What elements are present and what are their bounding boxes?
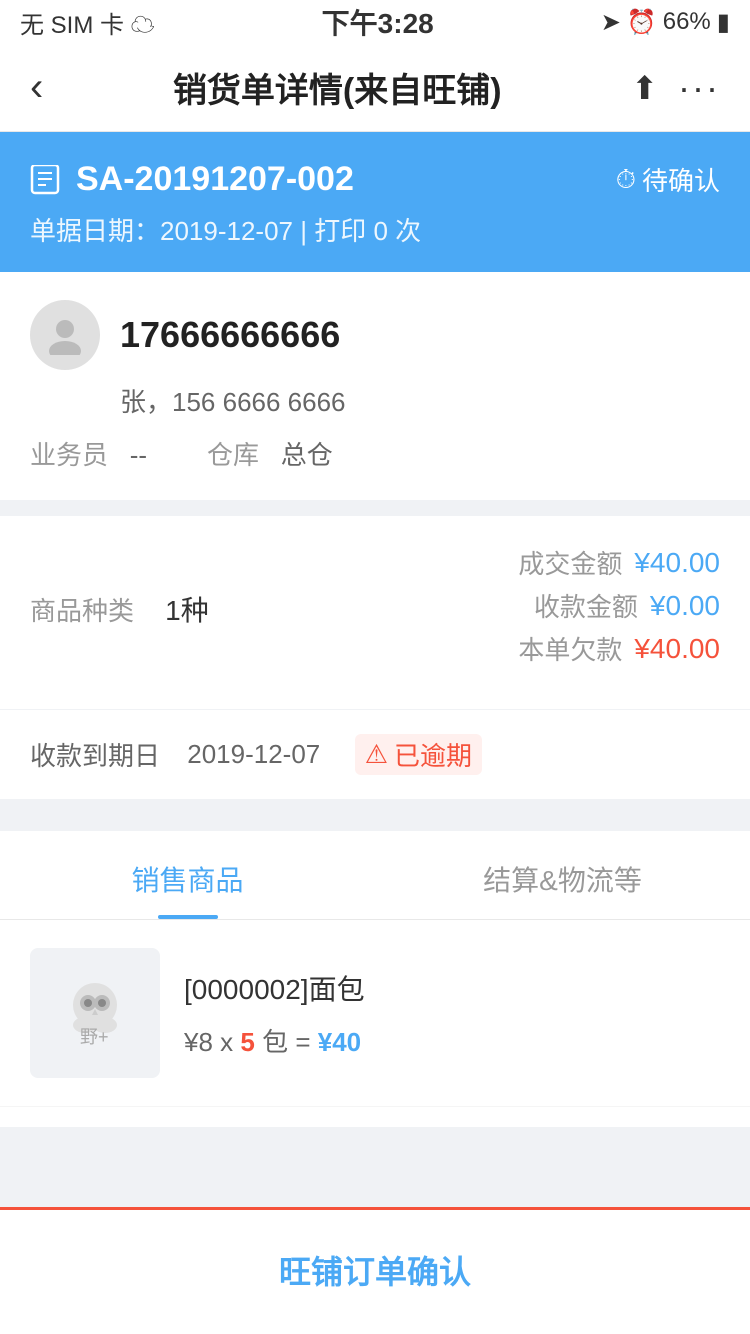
battery-level: 66% [663, 8, 711, 36]
alarm-icon: ⏰ [627, 8, 657, 37]
salesman-label: 业务员 [30, 440, 108, 470]
owed-row: 本单欠款 ¥40.00 [518, 630, 720, 667]
product-price: ¥8 x 5 包 = ¥40 [184, 1022, 720, 1059]
status-right: ➤ ⏰ 66% ▮ [601, 8, 730, 37]
nav-bar: ‹ 销货单详情(来自旺铺) ⬆ ··· [0, 44, 750, 132]
product-thumbnail: 野+ [55, 973, 135, 1053]
customer-avatar [30, 300, 100, 370]
customer-card: 17666666666 张，156 6666 6666 业务员 -- 仓库 总仓 [0, 272, 750, 500]
due-date-value: 2019-12-07 [187, 739, 320, 770]
warehouse-label: 仓库 [207, 440, 259, 470]
product-info: [0000002]面包 ¥8 x 5 包 = ¥40 [184, 968, 720, 1059]
sim-status: 无 SIM 卡 ☁ [20, 5, 155, 40]
product-image: 野+ [30, 948, 160, 1078]
status-left: 无 SIM 卡 ☁ [20, 5, 155, 40]
product-name: [0000002]面包 [184, 968, 720, 1008]
share-icon[interactable]: ⬆ [631, 69, 658, 107]
due-date-label: 收款到期日 [30, 736, 160, 773]
location-icon: ➤ [601, 8, 621, 37]
deal-amount-value: ¥40.00 [634, 547, 720, 579]
collected-row: 收款金额 ¥0.00 [518, 587, 720, 624]
warning-icon: ⚠ [365, 739, 388, 770]
order-status: ⏱ 待确认 [616, 161, 720, 198]
warehouse-value: 总仓 [281, 440, 333, 470]
customer-fields: 业务员 -- 仓库 总仓 [30, 435, 720, 472]
more-icon[interactable]: ··· [678, 67, 720, 109]
tab-settlement[interactable]: 结算&物流等 [375, 831, 750, 919]
deal-amount-row: 成交金额 ¥40.00 [518, 544, 720, 581]
deal-amount-label: 成交金额 [518, 544, 622, 581]
product-total: ¥40 [318, 1027, 361, 1057]
owed-value: ¥40.00 [634, 633, 720, 665]
bottom-bar: 旺铺订单确认 [0, 1207, 750, 1334]
page-title: 销货单详情(来自旺铺) [173, 63, 502, 112]
product-types-value: 1种 [165, 595, 209, 626]
customer-name: 张，156 6666 6666 [120, 382, 720, 419]
summary-row: 商品种类 1种 成交金额 ¥40.00 收款金额 ¥0.00 本单欠款 ¥40.… [30, 544, 720, 673]
product-list: 野+ [0000002]面包 ¥8 x 5 包 = ¥40 [0, 920, 750, 1127]
clock-icon: ⏱ [616, 164, 636, 196]
order-id: SA-20191207-002 [30, 160, 354, 199]
confirm-order-button[interactable]: 旺铺订单确认 [30, 1226, 720, 1314]
svg-text:野+: 野+ [80, 1027, 109, 1047]
order-meta: 单据日期：2019-12-07 | 打印 0 次 [30, 211, 720, 248]
back-button[interactable]: ‹ [30, 65, 43, 110]
status-time: 下午3:28 [322, 2, 434, 42]
avatar-icon [45, 315, 85, 355]
tab-products[interactable]: 销售商品 [0, 831, 375, 919]
nav-icons: ⬆ ··· [631, 67, 720, 109]
tabs: 销售商品 结算&物流等 [0, 831, 750, 920]
salesman-value: -- [130, 440, 147, 470]
product-qty: 5 [240, 1027, 254, 1057]
summary-amounts: 成交金额 ¥40.00 收款金额 ¥0.00 本单欠款 ¥40.00 [518, 544, 720, 673]
table-row: 野+ [0000002]面包 ¥8 x 5 包 = ¥40 [0, 920, 750, 1107]
collected-value: ¥0.00 [650, 590, 720, 622]
overdue-badge: ⚠ 已逾期 [355, 734, 482, 775]
owed-label: 本单欠款 [518, 630, 622, 667]
battery-icon: ▮ [717, 8, 730, 37]
collected-label: 收款金额 [534, 587, 638, 624]
status-bar: 无 SIM 卡 ☁ 下午3:28 ➤ ⏰ 66% ▮ [0, 0, 750, 44]
order-icon [30, 165, 66, 195]
due-date-card: 收款到期日 2019-12-07 ⚠ 已逾期 [0, 709, 750, 799]
divider-1 [0, 500, 750, 516]
customer-phone: 17666666666 [120, 314, 340, 356]
product-types: 商品种类 1种 [30, 589, 209, 629]
summary-card: 商品种类 1种 成交金额 ¥40.00 收款金额 ¥0.00 本单欠款 ¥40.… [0, 516, 750, 709]
divider-2 [0, 799, 750, 815]
order-header: SA-20191207-002 ⏱ 待确认 单据日期：2019-12-07 | … [0, 132, 750, 272]
